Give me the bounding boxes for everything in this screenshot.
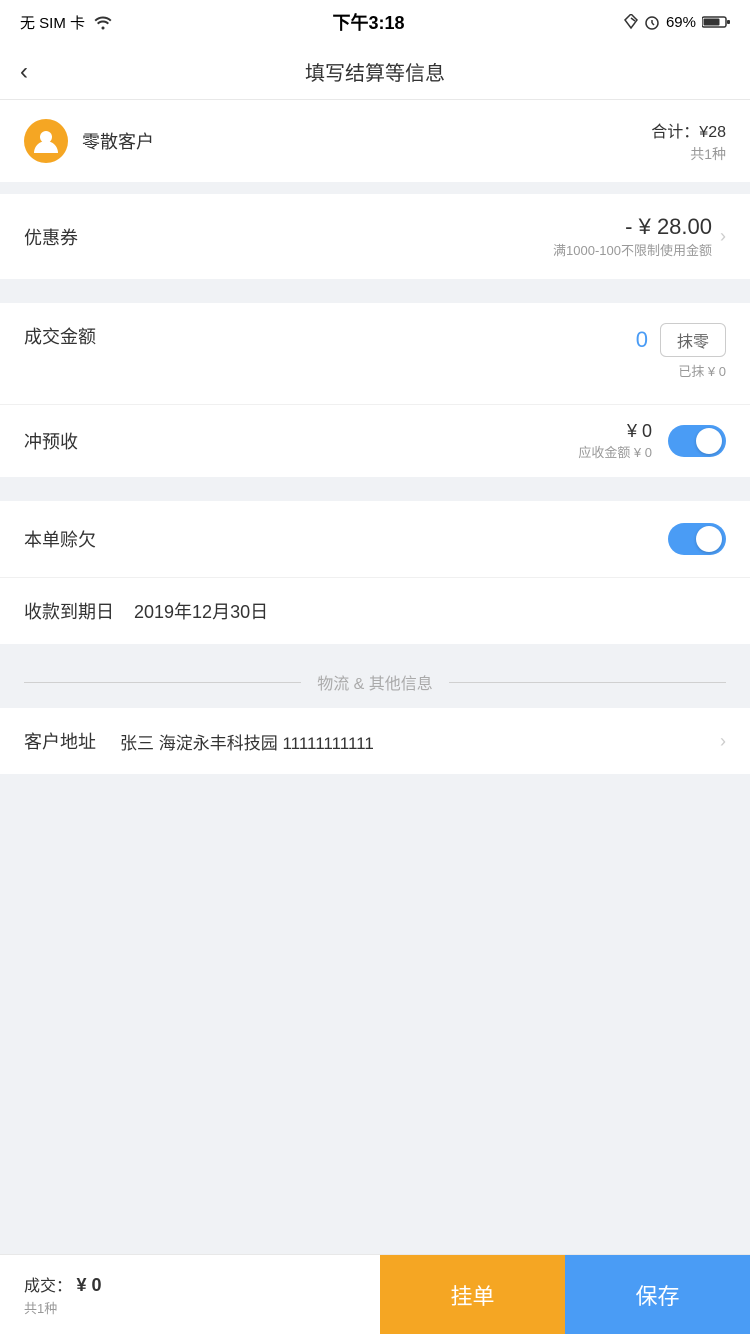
amount-row: 成交金额 0 抹零 已抹 ¥ 0 bbox=[24, 323, 726, 380]
bottom-summary: 成交： ¥ 0 共1种 bbox=[0, 1272, 380, 1317]
avatar bbox=[24, 119, 68, 163]
bottom-deal-amount: ¥ 0 bbox=[76, 1275, 101, 1295]
customer-name: 零散客户 bbox=[82, 128, 154, 154]
bottom-deal-row: 成交： ¥ 0 bbox=[24, 1272, 356, 1296]
wifi-icon bbox=[93, 14, 113, 30]
prepay-row: 冲预收 ¥ 0 应收金额 ¥ 0 bbox=[0, 404, 750, 477]
debt-section: 本单赊欠 收款到期日 2019年12月30日 bbox=[0, 501, 750, 644]
address-row[interactable]: 客户地址 张三 海淀永丰科技园 11111111111 › bbox=[0, 708, 750, 774]
bottom-deal-label: 成交： bbox=[24, 1278, 72, 1295]
customer-left: 零散客户 bbox=[24, 119, 154, 163]
customer-total: 合计：¥28 bbox=[651, 118, 726, 142]
coupon-description: 满1000-100不限制使用金额 bbox=[553, 240, 712, 259]
debt-toggle[interactable] bbox=[668, 523, 726, 555]
location-icon bbox=[624, 14, 638, 30]
address-value: 张三 海淀永丰科技园 11111111111 bbox=[120, 729, 720, 754]
amount-section: 成交金额 0 抹零 已抹 ¥ 0 冲预收 ¥ 0 应收金额 ¥ 0 bbox=[0, 303, 750, 477]
bottom-count: 共1种 bbox=[24, 1298, 356, 1317]
coupon-amount: - ¥ 28.00 bbox=[553, 214, 712, 240]
customer-row: 零散客户 合计：¥28 共1种 bbox=[0, 100, 750, 182]
status-left: 无 SIM 卡 bbox=[20, 12, 113, 33]
customer-summary: 合计：¥28 共1种 bbox=[651, 118, 726, 164]
bottom-bar: 成交： ¥ 0 共1种 挂单 保存 bbox=[0, 1254, 750, 1334]
already-rounded: 已抹 ¥ 0 bbox=[678, 361, 726, 380]
amount-right: 0 抹零 已抹 ¥ 0 bbox=[618, 323, 726, 380]
battery-percent: 69% bbox=[666, 14, 696, 31]
gray-separator-2 bbox=[0, 489, 750, 501]
back-button[interactable]: ‹ bbox=[20, 58, 28, 86]
logistics-line-right bbox=[449, 682, 726, 683]
status-bar: 无 SIM 卡 下午3:18 69% bbox=[0, 0, 750, 44]
toggle-knob bbox=[696, 428, 722, 454]
customer-count: 共1种 bbox=[651, 144, 726, 164]
due-date-row: 收款到期日 2019年12月30日 bbox=[0, 577, 750, 644]
prepay-receivable: 应收金额 ¥ 0 bbox=[578, 442, 652, 461]
prepay-right: ¥ 0 应收金额 ¥ 0 bbox=[578, 421, 726, 461]
due-date-label: 收款到期日 bbox=[24, 598, 114, 624]
person-icon bbox=[32, 127, 60, 155]
address-label: 客户地址 bbox=[24, 728, 96, 754]
status-time: 下午3:18 bbox=[332, 9, 404, 35]
save-button[interactable]: 保存 bbox=[565, 1255, 750, 1334]
address-chevron-icon: › bbox=[720, 731, 726, 752]
debt-label: 本单赊欠 bbox=[24, 526, 96, 552]
chevron-right-icon: › bbox=[720, 226, 726, 247]
amount-value-row: 0 抹零 bbox=[618, 323, 726, 357]
prepay-info: ¥ 0 应收金额 ¥ 0 bbox=[578, 421, 652, 461]
coupon-label: 优惠券 bbox=[24, 224, 78, 250]
sim-status: 无 SIM 卡 bbox=[20, 12, 85, 33]
alarm-icon bbox=[644, 14, 660, 30]
round-off-button[interactable]: 抹零 bbox=[660, 323, 726, 357]
address-section: 客户地址 张三 海淀永丰科技园 11111111111 › bbox=[0, 708, 750, 774]
debt-row: 本单赊欠 bbox=[0, 501, 750, 577]
customer-section: 零散客户 合计：¥28 共1种 bbox=[0, 100, 750, 182]
due-date-value: 2019年12月30日 bbox=[134, 598, 268, 624]
prepay-label: 冲预收 bbox=[24, 428, 78, 454]
page-title: 填写结算等信息 bbox=[305, 57, 445, 86]
logistics-separator: 物流 & 其他信息 bbox=[0, 656, 750, 708]
nav-bar: ‹ 填写结算等信息 bbox=[0, 44, 750, 100]
amount-input[interactable]: 0 bbox=[618, 327, 648, 353]
logistics-label: 物流 & 其他信息 bbox=[317, 670, 433, 694]
logistics-line-left bbox=[24, 682, 301, 683]
prepay-amount: ¥ 0 bbox=[578, 421, 652, 442]
debt-toggle-knob bbox=[696, 526, 722, 552]
coupon-right: - ¥ 28.00 满1000-100不限制使用金额 › bbox=[553, 214, 726, 259]
coupon-section: 优惠券 - ¥ 28.00 满1000-100不限制使用金额 › bbox=[0, 194, 750, 279]
gray-separator bbox=[0, 291, 750, 303]
amount-label: 成交金额 bbox=[24, 323, 96, 349]
empty-space bbox=[0, 786, 750, 1006]
coupon-row[interactable]: 优惠券 - ¥ 28.00 满1000-100不限制使用金额 › bbox=[0, 194, 750, 279]
battery-icon bbox=[702, 15, 730, 29]
hang-order-button[interactable]: 挂单 bbox=[380, 1255, 565, 1334]
prepay-toggle[interactable] bbox=[668, 425, 726, 457]
status-right: 69% bbox=[624, 14, 730, 31]
